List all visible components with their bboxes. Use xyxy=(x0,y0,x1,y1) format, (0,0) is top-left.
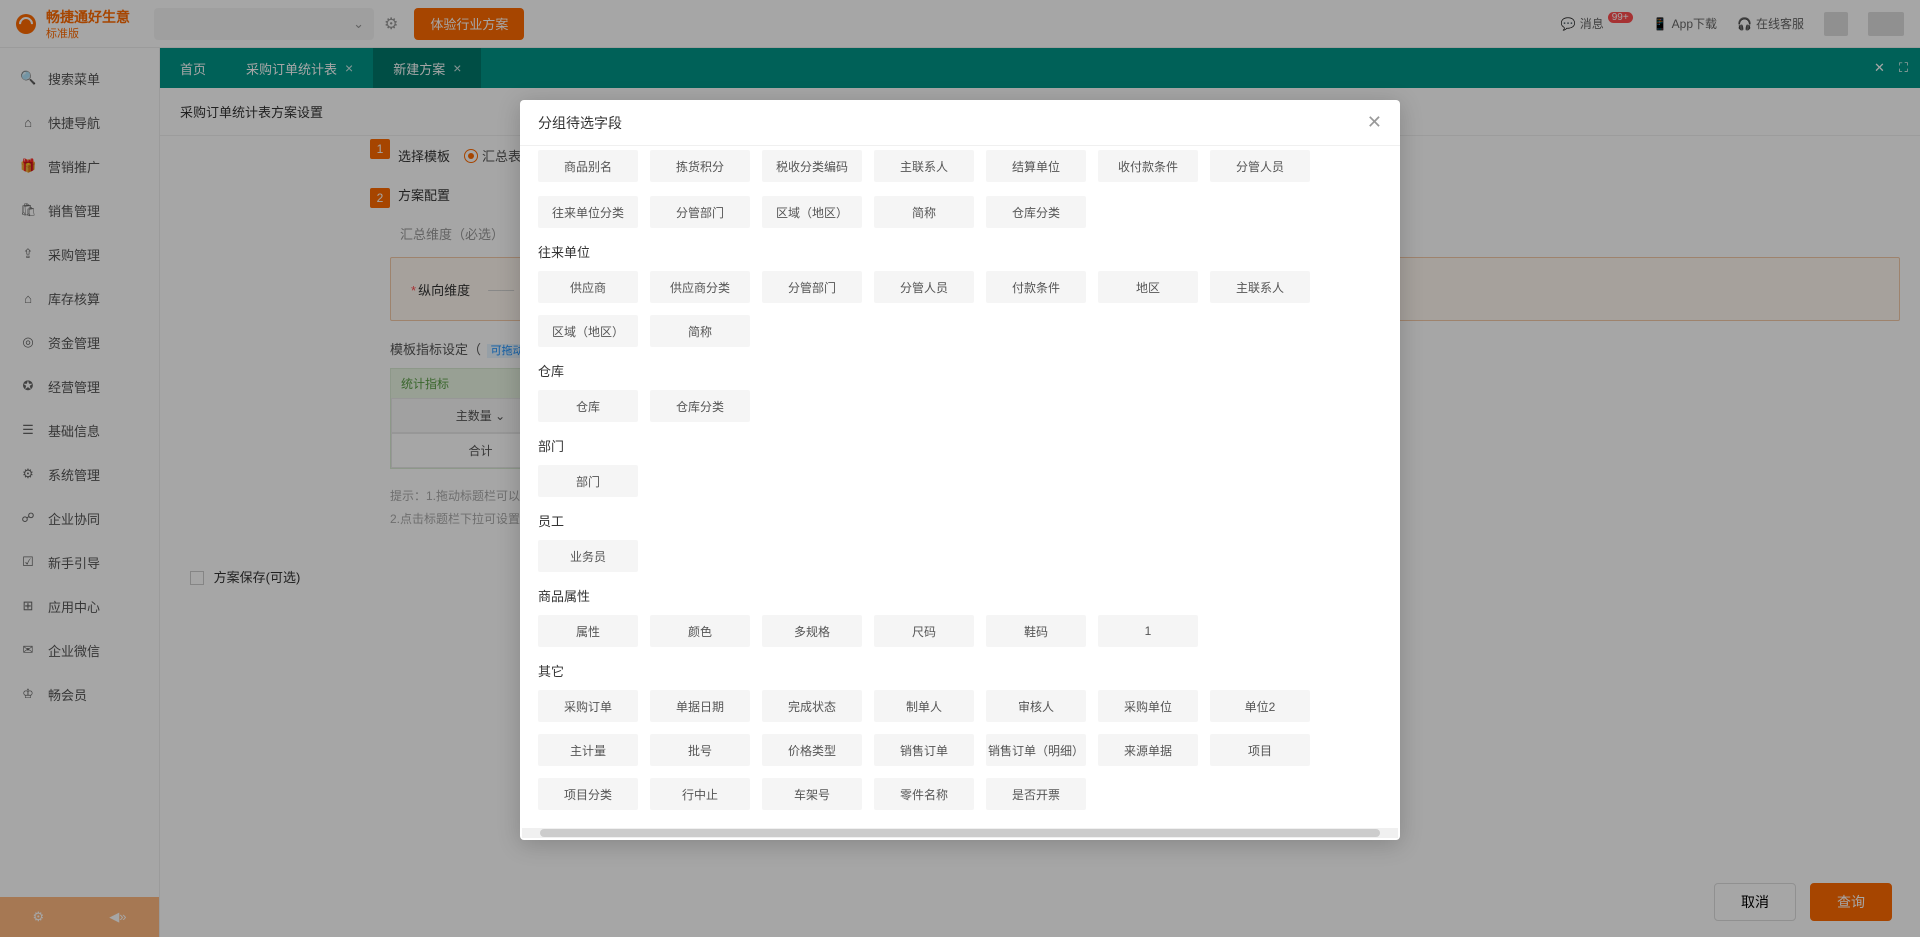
field-chip[interactable]: 简称 xyxy=(650,315,750,347)
field-chip[interactable]: 完成状态 xyxy=(762,690,862,722)
field-chip[interactable]: 主联系人 xyxy=(1210,271,1310,303)
field-chip[interactable]: 分管部门 xyxy=(762,271,862,303)
field-chip[interactable]: 价格类型 xyxy=(762,734,862,766)
field-chip[interactable]: 鞋码 xyxy=(986,615,1086,647)
field-chip[interactable]: 属性 xyxy=(538,615,638,647)
field-chip[interactable]: 仓库 xyxy=(538,390,638,422)
field-group-title: 其它 xyxy=(538,661,1382,680)
field-chip[interactable]: 项目 xyxy=(1210,734,1310,766)
field-chip[interactable]: 税收分类编码 xyxy=(762,150,862,182)
field-chip[interactable]: 地区 xyxy=(1098,271,1198,303)
field-chip[interactable]: 区域（地区） xyxy=(762,196,862,228)
field-chip[interactable]: 采购订单 xyxy=(538,690,638,722)
field-picker-modal: 分组待选字段 ✕ 商品别名拣货积分税收分类编码主联系人结算单位收付款条件分管人员… xyxy=(520,100,1400,840)
field-chip[interactable]: 部门 xyxy=(538,465,638,497)
field-chip[interactable]: 制单人 xyxy=(874,690,974,722)
field-chip[interactable]: 供应商分类 xyxy=(650,271,750,303)
field-chip[interactable]: 审核人 xyxy=(986,690,1086,722)
field-chip[interactable]: 业务员 xyxy=(538,540,638,572)
field-group-title: 员工 xyxy=(538,511,1382,530)
modal-title: 分组待选字段 xyxy=(538,113,622,133)
field-chip[interactable]: 销售订单 xyxy=(874,734,974,766)
field-chip[interactable]: 多规格 xyxy=(762,615,862,647)
close-icon[interactable]: ✕ xyxy=(1367,112,1382,133)
horizontal-scrollbar[interactable] xyxy=(522,828,1398,838)
field-chip[interactable]: 往来单位分类 xyxy=(538,196,638,228)
field-chip[interactable]: 行中止 xyxy=(650,778,750,810)
field-chip[interactable]: 商品别名 xyxy=(538,150,638,182)
field-chip[interactable]: 区域（地区） xyxy=(538,315,638,347)
field-chip[interactable]: 销售订单（明细） xyxy=(986,734,1086,766)
field-chip[interactable]: 收付款条件 xyxy=(1098,150,1198,182)
modal-overlay: 分组待选字段 ✕ 商品别名拣货积分税收分类编码主联系人结算单位收付款条件分管人员… xyxy=(0,0,1920,937)
field-chip[interactable]: 付款条件 xyxy=(986,271,1086,303)
field-chip[interactable]: 项目分类 xyxy=(538,778,638,810)
field-chip[interactable]: 采购单位 xyxy=(1098,690,1198,722)
field-chip[interactable]: 仓库分类 xyxy=(986,196,1086,228)
field-chip[interactable]: 车架号 xyxy=(762,778,862,810)
field-group-title: 仓库 xyxy=(538,361,1382,380)
field-group-title: 商品属性 xyxy=(538,586,1382,605)
field-chip[interactable]: 尺码 xyxy=(874,615,974,647)
field-group-title: 往来单位 xyxy=(538,242,1382,261)
field-chip[interactable]: 结算单位 xyxy=(986,150,1086,182)
field-chip[interactable]: 简称 xyxy=(874,196,974,228)
field-chip[interactable]: 仓库分类 xyxy=(650,390,750,422)
field-chip[interactable]: 单位2 xyxy=(1210,690,1310,722)
field-chip[interactable]: 分管人员 xyxy=(1210,150,1310,182)
field-chip[interactable]: 拣货积分 xyxy=(650,150,750,182)
field-chip[interactable]: 分管部门 xyxy=(650,196,750,228)
field-chip[interactable]: 主计量 xyxy=(538,734,638,766)
field-chip[interactable]: 是否开票 xyxy=(986,778,1086,810)
field-chip[interactable]: 批号 xyxy=(650,734,750,766)
field-chip[interactable]: 单据日期 xyxy=(650,690,750,722)
field-chip[interactable]: 1 xyxy=(1098,615,1198,647)
field-chip[interactable]: 供应商 xyxy=(538,271,638,303)
field-group-title: 部门 xyxy=(538,436,1382,455)
field-chip[interactable]: 主联系人 xyxy=(874,150,974,182)
field-chip[interactable]: 来源单据 xyxy=(1098,734,1198,766)
field-chip[interactable]: 分管人员 xyxy=(874,271,974,303)
field-chip[interactable]: 零件名称 xyxy=(874,778,974,810)
field-chip[interactable]: 颜色 xyxy=(650,615,750,647)
